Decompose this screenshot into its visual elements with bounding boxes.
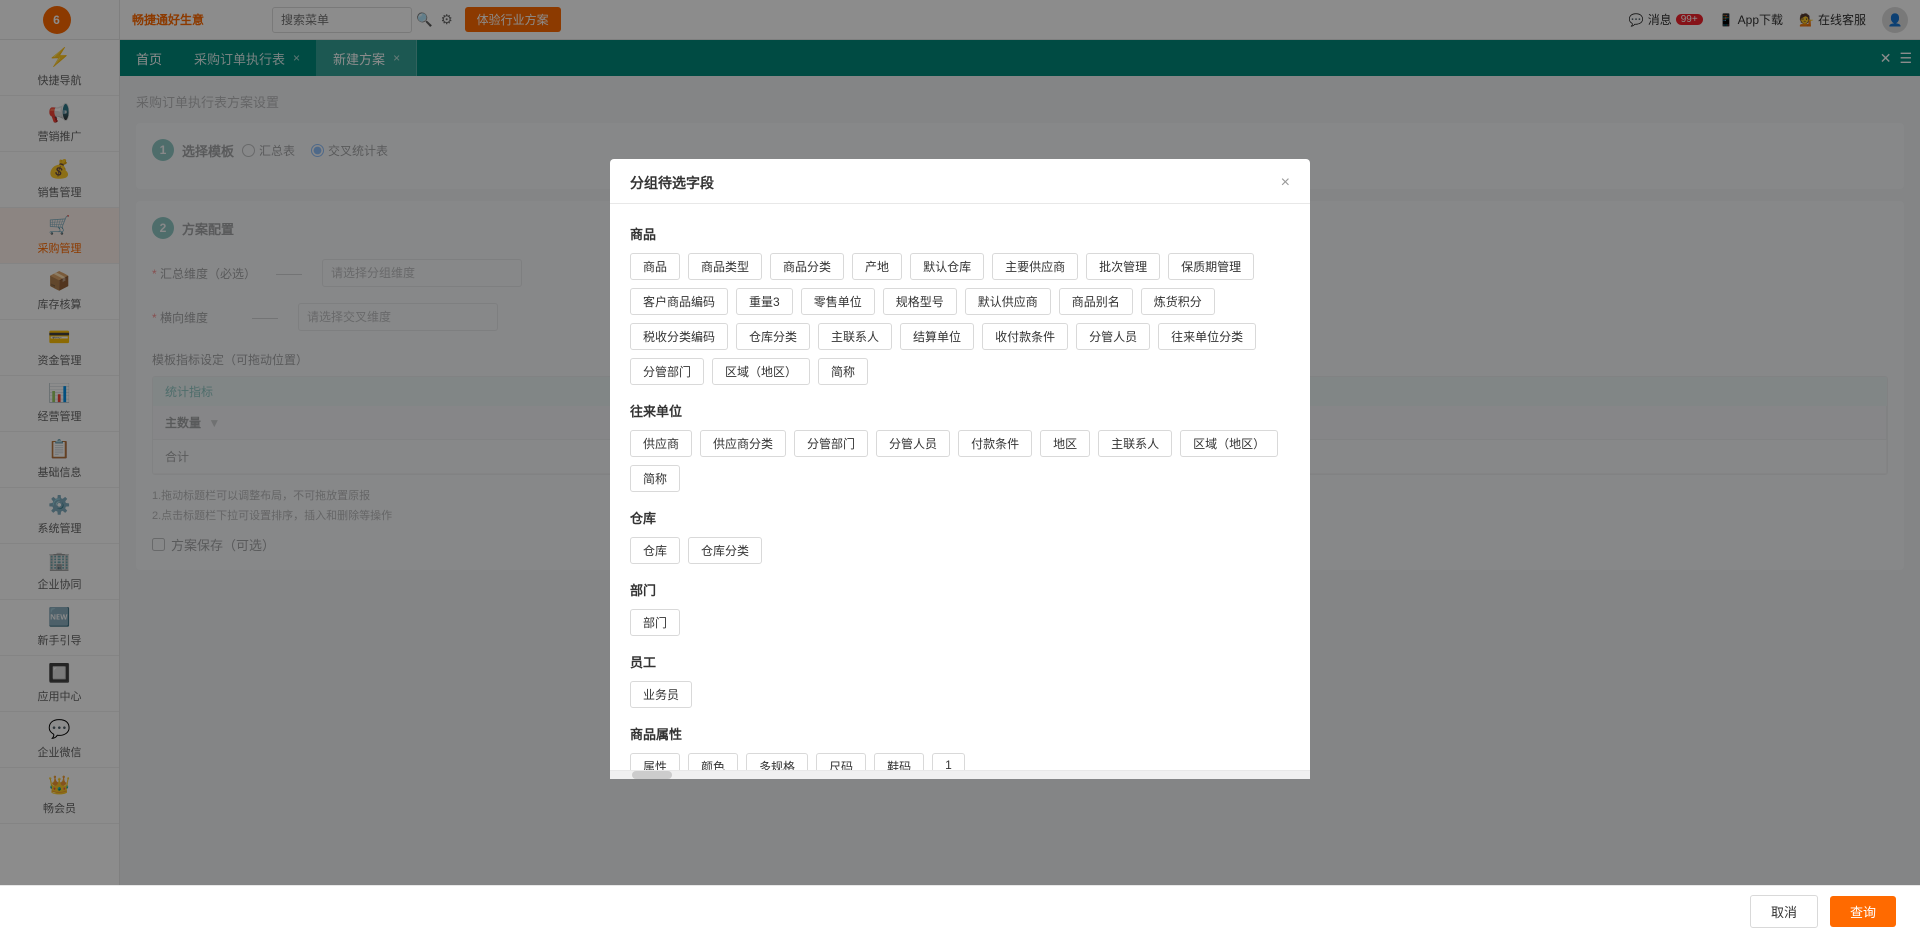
field-tag[interactable]: 往来单位分类 xyxy=(1158,323,1256,350)
field-selector-modal: 分组待选字段 × 商品 商品 商品类型 商品分类 产地 默认仓库 主要供应商 批… xyxy=(610,159,1310,779)
section-title-warehouse: 仓库 xyxy=(630,508,1290,527)
modal-footer-bar: 取消 查询 xyxy=(0,885,1920,937)
field-tag[interactable]: 结算单位 xyxy=(900,323,974,350)
field-tag[interactable]: 商品别名 xyxy=(1059,288,1133,315)
attr-fields: 属性 颜色 多规格 尺码 鞋码 1 xyxy=(630,753,1290,770)
field-tag[interactable]: 供应商分类 xyxy=(700,430,786,457)
field-tag[interactable]: 分管人员 xyxy=(876,430,950,457)
partner-fields: 供应商 供应商分类 分管部门 分管人员 付款条件 地区 主联系人 区域（地区） … xyxy=(630,430,1290,492)
field-tag[interactable]: 供应商 xyxy=(630,430,692,457)
field-tag[interactable]: 分管部门 xyxy=(630,358,704,385)
dept-fields: 部门 xyxy=(630,609,1290,636)
field-tag[interactable]: 保质期管理 xyxy=(1168,253,1254,280)
field-tag[interactable]: 主联系人 xyxy=(818,323,892,350)
field-tag[interactable]: 重量3 xyxy=(736,288,793,315)
field-tag[interactable]: 产地 xyxy=(852,253,902,280)
field-tag[interactable]: 多规格 xyxy=(746,753,808,770)
field-tag[interactable]: 默认仓库 xyxy=(910,253,984,280)
field-tag[interactable]: 1 xyxy=(932,753,965,770)
field-tag[interactable]: 规格型号 xyxy=(883,288,957,315)
cancel-button[interactable]: 取消 xyxy=(1750,895,1818,928)
field-tag[interactable]: 鞋码 xyxy=(874,753,924,770)
field-tag[interactable]: 主要供应商 xyxy=(992,253,1078,280)
modal-overlay: 分组待选字段 × 商品 商品 商品类型 商品分类 产地 默认仓库 主要供应商 批… xyxy=(0,0,1920,937)
modal-body[interactable]: 商品 商品 商品类型 商品分类 产地 默认仓库 主要供应商 批次管理 保质期管理… xyxy=(610,204,1310,770)
hscroll-thumb[interactable] xyxy=(632,771,672,779)
warehouse-fields: 仓库 仓库分类 xyxy=(630,537,1290,564)
field-tag[interactable]: 地区 xyxy=(1040,430,1090,457)
field-tag[interactable]: 客户商品编码 xyxy=(630,288,728,315)
field-tag[interactable]: 部门 xyxy=(630,609,680,636)
field-tag[interactable]: 收付款条件 xyxy=(982,323,1068,350)
modal-title: 分组待选字段 xyxy=(630,173,714,193)
field-tag[interactable]: 区域（地区） xyxy=(1180,430,1278,457)
field-tag[interactable]: 简称 xyxy=(818,358,868,385)
field-tag[interactable]: 业务员 xyxy=(630,681,692,708)
section-title-attr: 商品属性 xyxy=(630,724,1290,743)
field-tag[interactable]: 属性 xyxy=(630,753,680,770)
employee-fields: 业务员 xyxy=(630,681,1290,708)
field-tag[interactable]: 商品分类 xyxy=(770,253,844,280)
field-tag[interactable]: 主联系人 xyxy=(1098,430,1172,457)
section-title-product: 商品 xyxy=(630,224,1290,243)
field-tag[interactable]: 税收分类编码 xyxy=(630,323,728,350)
field-tag[interactable]: 商品 xyxy=(630,253,680,280)
modal-header: 分组待选字段 × xyxy=(610,159,1310,204)
field-tag[interactable]: 仓库分类 xyxy=(736,323,810,350)
field-tag[interactable]: 批次管理 xyxy=(1086,253,1160,280)
field-tag[interactable]: 分管部门 xyxy=(794,430,868,457)
field-tag[interactable]: 尺码 xyxy=(816,753,866,770)
modal-hscroll[interactable] xyxy=(610,770,1310,779)
field-tag[interactable]: 颜色 xyxy=(688,753,738,770)
section-title-employee: 员工 xyxy=(630,652,1290,671)
modal-close-button[interactable]: × xyxy=(1281,174,1290,192)
section-title-dept: 部门 xyxy=(630,580,1290,599)
field-tag[interactable]: 付款条件 xyxy=(958,430,1032,457)
field-tag[interactable]: 分管人员 xyxy=(1076,323,1150,350)
field-tag[interactable]: 零售单位 xyxy=(801,288,875,315)
section-title-partner: 往来单位 xyxy=(630,401,1290,420)
field-tag[interactable]: 商品类型 xyxy=(688,253,762,280)
field-tag[interactable]: 炼货积分 xyxy=(1141,288,1215,315)
field-tag[interactable]: 区域（地区） xyxy=(712,358,810,385)
confirm-button[interactable]: 查询 xyxy=(1830,896,1896,927)
product-fields: 商品 商品类型 商品分类 产地 默认仓库 主要供应商 批次管理 保质期管理 客户… xyxy=(630,253,1290,385)
field-tag[interactable]: 仓库分类 xyxy=(688,537,762,564)
field-tag[interactable]: 默认供应商 xyxy=(965,288,1051,315)
field-tag[interactable]: 仓库 xyxy=(630,537,680,564)
field-tag[interactable]: 简称 xyxy=(630,465,680,492)
